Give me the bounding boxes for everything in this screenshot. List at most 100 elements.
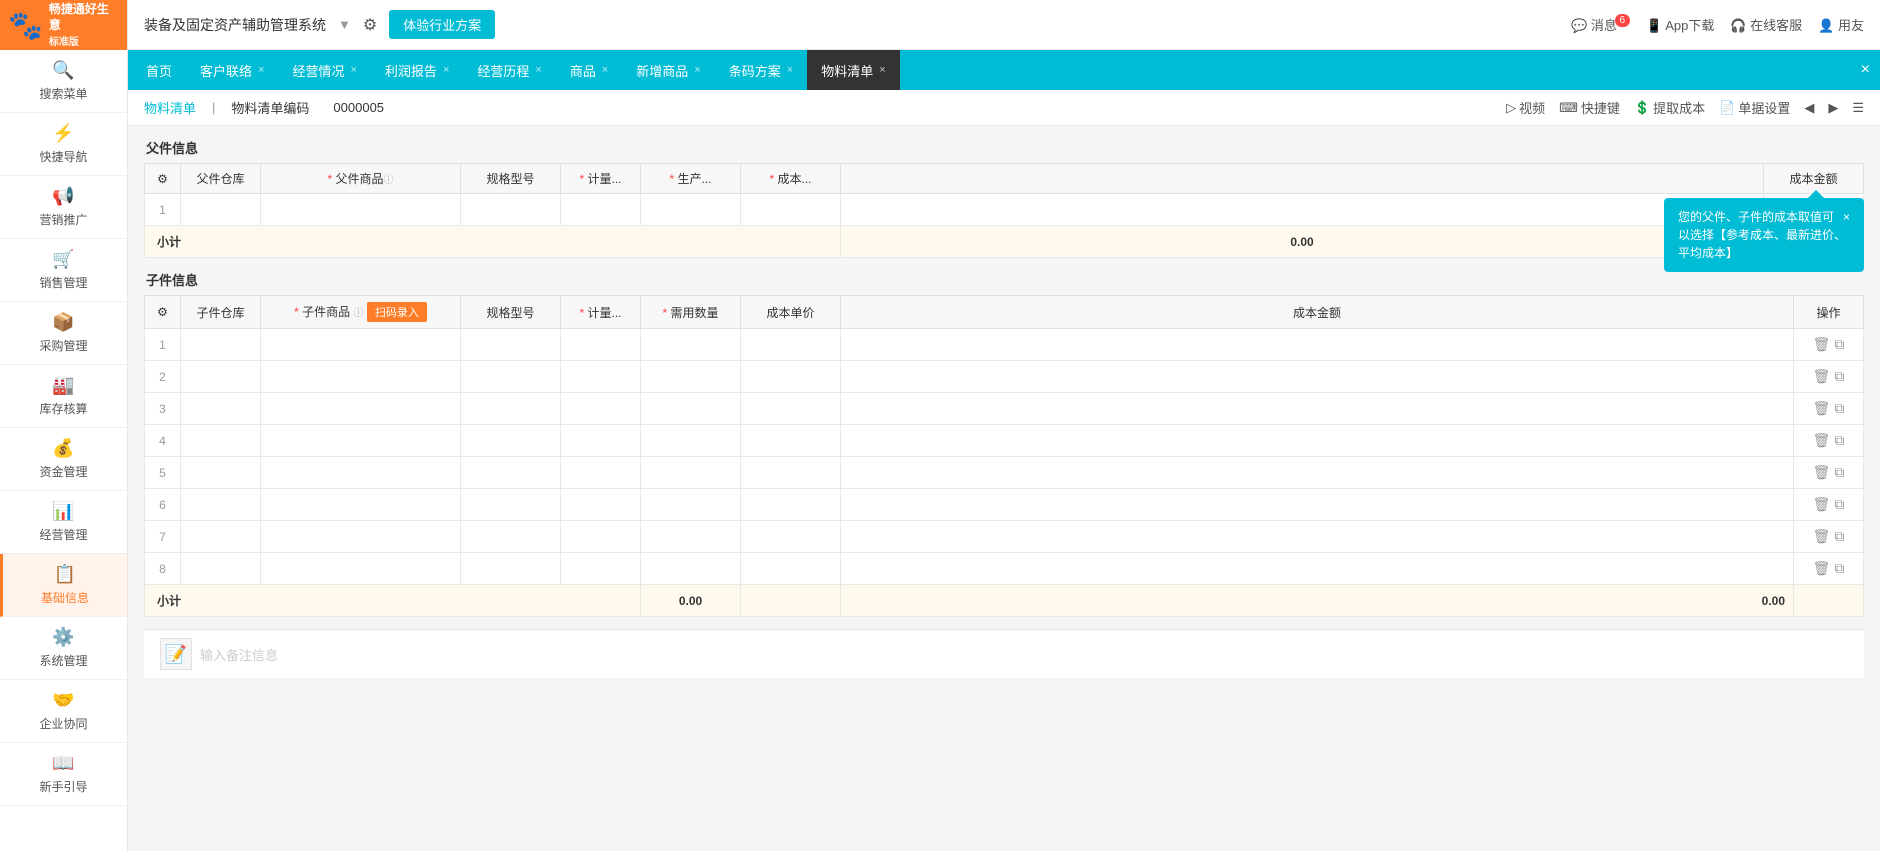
tab-home[interactable]: 首页: [132, 50, 186, 90]
delete-icon[interactable]: 🗑: [1813, 528, 1831, 545]
child-cost-unit-cell[interactable]: [741, 425, 841, 457]
dropdown-icon[interactable]: ▼: [338, 17, 351, 32]
sidebar-item-basic[interactable]: 📋 基础信息: [0, 554, 127, 617]
child-unit-cell[interactable]: [561, 393, 641, 425]
delete-icon[interactable]: 🗑: [1813, 336, 1831, 353]
child-unit-cell[interactable]: [561, 457, 641, 489]
child-goods-cell[interactable]: [261, 553, 461, 585]
child-spec-cell[interactable]: [461, 489, 561, 521]
child-warehouse-cell[interactable]: [181, 553, 261, 585]
child-spec-cell[interactable]: [461, 553, 561, 585]
scan-button[interactable]: 扫码录入: [367, 302, 427, 322]
view-video-button[interactable]: ▷ 视频: [1506, 98, 1545, 117]
parent-goods-cell[interactable]: [261, 194, 461, 226]
note-placeholder[interactable]: 输入备注信息: [200, 645, 278, 664]
online-service-button[interactable]: 🎧 在线客服: [1730, 15, 1802, 34]
copy-icon[interactable]: ⧉: [1834, 336, 1844, 353]
child-goods-cell[interactable]: [261, 425, 461, 457]
child-goods-cell[interactable]: [261, 329, 461, 361]
tab-op-history-close[interactable]: ×: [535, 64, 541, 76]
child-goods-cell[interactable]: [261, 489, 461, 521]
tab-bom-close[interactable]: ×: [879, 64, 885, 76]
settings-icon[interactable]: ⚙: [363, 15, 377, 35]
child-spec-cell[interactable]: [461, 457, 561, 489]
child-spec-cell[interactable]: [461, 361, 561, 393]
extract-cost-button[interactable]: 💲 提取成本: [1634, 98, 1705, 117]
child-quantity-cell[interactable]: [641, 361, 741, 393]
child-spec-cell[interactable]: [461, 393, 561, 425]
delete-icon[interactable]: 🗑: [1813, 432, 1831, 449]
tab-add-goods[interactable]: 新增商品 ×: [622, 50, 714, 90]
child-cost-unit-cell[interactable]: [741, 457, 841, 489]
tab-customer[interactable]: 客户联络 ×: [186, 50, 278, 90]
copy-icon[interactable]: ⧉: [1834, 464, 1844, 481]
delete-icon[interactable]: 🗑: [1813, 368, 1831, 385]
sidebar-item-quicknav[interactable]: ⚡ 快捷导航: [0, 113, 127, 176]
child-quantity-cell[interactable]: [641, 329, 741, 361]
child-warehouse-cell[interactable]: [181, 457, 261, 489]
child-unit-cell[interactable]: [561, 553, 641, 585]
grid-view-button[interactable]: ☰: [1852, 100, 1864, 116]
child-goods-cell[interactable]: [261, 521, 461, 553]
sidebar-item-system[interactable]: ⚙️ 系统管理: [0, 617, 127, 680]
child-quantity-cell[interactable]: [641, 489, 741, 521]
parent-warehouse-cell[interactable]: [181, 194, 261, 226]
child-cost-unit-cell[interactable]: [741, 329, 841, 361]
child-goods-cell[interactable]: [261, 361, 461, 393]
tab-add-goods-close[interactable]: ×: [694, 64, 700, 76]
delete-icon[interactable]: 🗑: [1813, 560, 1831, 577]
copy-icon[interactable]: ⧉: [1834, 432, 1844, 449]
child-warehouse-cell[interactable]: [181, 393, 261, 425]
sidebar-item-sales[interactable]: 🛒 销售管理: [0, 239, 127, 302]
child-cost-unit-cell[interactable]: [741, 361, 841, 393]
delete-icon[interactable]: 🗑: [1813, 496, 1831, 513]
nav-prev-button[interactable]: ◀: [1804, 100, 1814, 116]
child-warehouse-cell[interactable]: [181, 521, 261, 553]
sidebar-item-purchase[interactable]: 📦 采购管理: [0, 302, 127, 365]
tab-operation-status[interactable]: 经营情况 ×: [278, 50, 370, 90]
nav-close-all[interactable]: ×: [1851, 61, 1880, 79]
delete-icon[interactable]: 🗑: [1813, 464, 1831, 481]
child-quantity-cell[interactable]: [641, 457, 741, 489]
tooltip-close-button[interactable]: ×: [1843, 208, 1850, 226]
breadcrumb-bom[interactable]: 物料清单: [144, 98, 196, 117]
trial-button[interactable]: 体验行业方案: [389, 10, 495, 39]
shortcut-button[interactable]: ⌨ 快捷键: [1559, 98, 1620, 117]
sidebar-item-collab[interactable]: 🤝 企业协同: [0, 680, 127, 743]
child-cost-unit-cell[interactable]: [741, 393, 841, 425]
parent-unit-cell[interactable]: [561, 194, 641, 226]
child-cost-unit-cell[interactable]: [741, 521, 841, 553]
child-unit-cell[interactable]: [561, 425, 641, 457]
child-quantity-cell[interactable]: [641, 393, 741, 425]
tab-customer-close[interactable]: ×: [258, 64, 264, 76]
child-cost-unit-cell[interactable]: [741, 489, 841, 521]
copy-icon[interactable]: ⧉: [1834, 528, 1844, 545]
child-spec-cell[interactable]: [461, 521, 561, 553]
tab-goods[interactable]: 商品 ×: [556, 50, 622, 90]
sidebar-item-operation[interactable]: 📊 经营管理: [0, 491, 127, 554]
tab-goods-close[interactable]: ×: [602, 64, 608, 76]
parent-spec-cell[interactable]: [461, 194, 561, 226]
child-unit-cell[interactable]: [561, 489, 641, 521]
copy-icon[interactable]: ⧉: [1834, 400, 1844, 417]
child-spec-cell[interactable]: [461, 425, 561, 457]
sidebar-item-finance[interactable]: 💰 资金管理: [0, 428, 127, 491]
delete-icon[interactable]: 🗑: [1813, 400, 1831, 417]
child-goods-cell[interactable]: [261, 457, 461, 489]
parent-produce-cell[interactable]: [641, 194, 741, 226]
nav-next-button[interactable]: ▶: [1828, 100, 1838, 116]
child-warehouse-cell[interactable]: [181, 489, 261, 521]
message-button[interactable]: 💬 消息 6: [1571, 15, 1630, 34]
tab-barcode-close[interactable]: ×: [787, 64, 793, 76]
single-set-button[interactable]: 📄 单据设置: [1719, 98, 1790, 117]
copy-icon[interactable]: ⧉: [1834, 496, 1844, 513]
child-cost-unit-cell[interactable]: [741, 553, 841, 585]
child-warehouse-cell[interactable]: [181, 361, 261, 393]
sidebar-item-marketing[interactable]: 📢 营销推广: [0, 176, 127, 239]
tab-bom[interactable]: 物料清单 ×: [807, 50, 899, 90]
app-download-button[interactable]: 📱 App下载: [1646, 15, 1714, 34]
child-unit-cell[interactable]: [561, 329, 641, 361]
tab-op-history[interactable]: 经营历程 ×: [463, 50, 555, 90]
child-warehouse-cell[interactable]: [181, 329, 261, 361]
child-goods-cell[interactable]: [261, 393, 461, 425]
